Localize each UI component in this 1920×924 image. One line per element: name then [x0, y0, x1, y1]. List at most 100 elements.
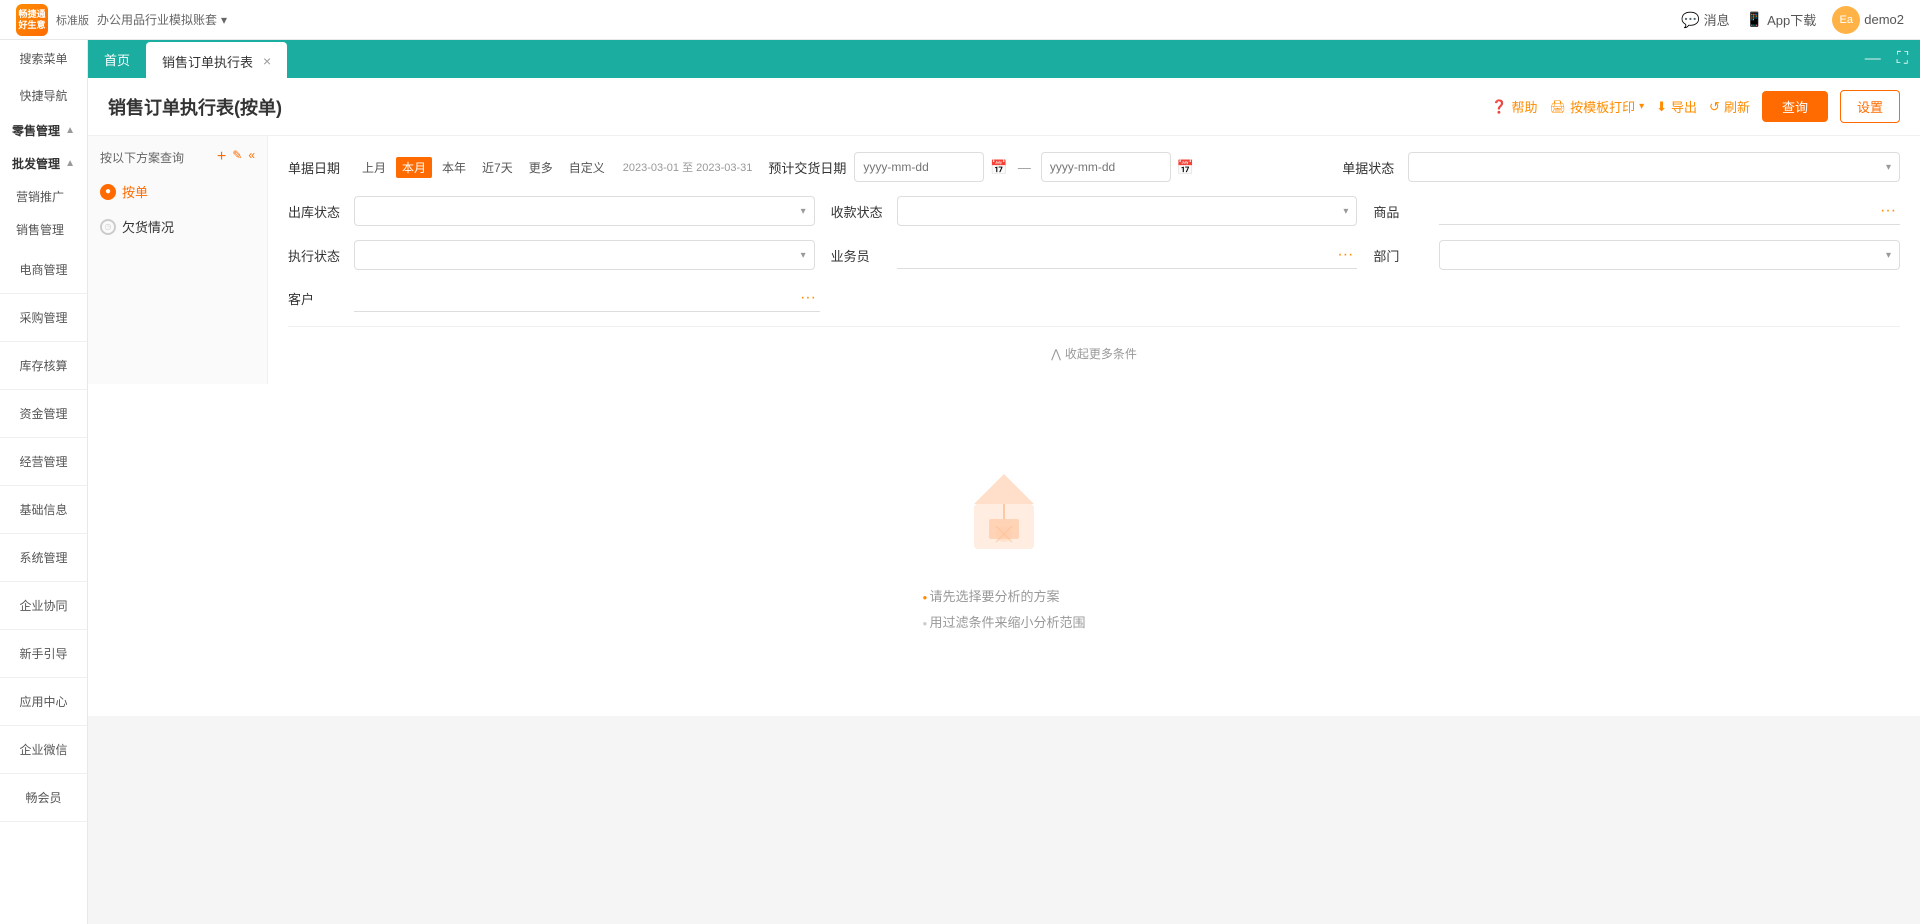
brand-logo: 畅捷通好生意 [16, 4, 48, 36]
date-label: 单据日期 [288, 158, 348, 177]
user-profile[interactable]: Ea demo2 [1832, 6, 1904, 34]
goods-dots-btn[interactable]: ··· [1876, 202, 1900, 220]
filter-row-1: 单据日期 上月 本月 本年 近7天 更多 自定义 2023-03-01 至 20… [288, 152, 1900, 182]
tab-sales-label: 销售订单执行表 [162, 52, 253, 71]
top-header: 畅捷通好生意 标准版 办公用品行业模拟账套 ▾ 💬 消息 📱 App下载 Ea … [0, 0, 1920, 40]
print-btn[interactable]: 🖨 按模板打印 ▾ [1550, 97, 1645, 116]
expected-date-to[interactable] [1041, 152, 1171, 182]
page-title: 销售订单执行表(按单) [108, 94, 282, 120]
dept-arrow-icon: ▾ [1886, 250, 1891, 261]
empty-tip-2: 用过滤条件来缩小分析范围 [922, 610, 1085, 636]
customer-dots-btn[interactable]: ··· [796, 289, 820, 307]
sidebar-item-appcenter[interactable]: 应用中心 [0, 678, 87, 726]
expected-date-from[interactable] [854, 152, 984, 182]
wholesale-arrow-icon: ▲ [65, 158, 75, 169]
filter-clock-icon: ◷ [100, 219, 116, 235]
print-icon: 🖨 [1550, 99, 1567, 115]
sidebar-item-sales[interactable]: 销售管理 [0, 213, 87, 246]
delivery-status-label: 出库状态 [288, 202, 348, 221]
tab-close-icon[interactable]: × [263, 53, 271, 69]
page-container: 销售订单执行表(按单) ❓ 帮助 🖨 按模板打印 ▾ ⬇ [88, 78, 1920, 716]
exec-status-select[interactable]: ▾ [354, 240, 815, 270]
date-tab-custom[interactable]: 自定义 [563, 157, 611, 178]
delivery-status-arrow-icon: ▾ [801, 206, 806, 217]
sidebar-item-basic[interactable]: 基础信息 [0, 486, 87, 534]
quick-nav[interactable]: 快捷导航 [0, 77, 87, 114]
tab-bar-right: — ⛶ [1861, 46, 1920, 72]
retail-arrow-icon: ▲ [65, 125, 75, 136]
collection-status-arrow-icon: ▾ [1343, 206, 1348, 217]
page-header: 销售订单执行表(按单) ❓ 帮助 🖨 按模板打印 ▾ ⬇ [88, 78, 1920, 136]
collapse-filter-btn[interactable]: « [248, 148, 255, 166]
date-tab-last-month[interactable]: 上月 [356, 157, 392, 178]
date-range-text: 2023-03-01 至 2023-03-31 [623, 159, 753, 175]
sidebar-item-enterprise[interactable]: 企业协同 [0, 582, 87, 630]
add-filter-btn[interactable]: + [217, 148, 226, 166]
nav-arrow-icon[interactable]: ▾ [221, 13, 227, 27]
sidebar-item-ecommerce[interactable]: 电商管理 [0, 246, 87, 294]
empty-state: 请先选择要分析的方案 用过滤条件来缩小分析范围 [88, 384, 1920, 716]
exec-status-arrow-icon: ▾ [801, 250, 806, 261]
sidebar-item-system[interactable]: 系统管理 [0, 534, 87, 582]
collection-status-label: 收款状态 [831, 202, 891, 221]
bill-status-label: 单据状态 [1342, 158, 1402, 177]
export-btn[interactable]: ⬇ 导出 [1656, 97, 1697, 116]
bill-status-select[interactable]: ▾ [1408, 152, 1900, 182]
date-tab-this-month[interactable]: 本月 [396, 157, 432, 178]
sidebar-item-inventory[interactable]: 库存核算 [0, 342, 87, 390]
tab-bar: 首页 销售订单执行表 × — ⛶ [88, 40, 1920, 78]
exec-status-label: 执行状态 [288, 246, 348, 265]
tab-home[interactable]: 首页 [88, 40, 146, 78]
collection-status-select[interactable]: ▾ [897, 196, 1358, 226]
tab-sales-order[interactable]: 销售订单执行表 × [146, 42, 287, 80]
sidebar-item-finance[interactable]: 资金管理 [0, 390, 87, 438]
filter-option-per-order[interactable]: ● 按单 [88, 174, 267, 209]
settings-btn[interactable]: 设置 [1840, 90, 1900, 123]
expected-date-label: 预计交货日期 [768, 158, 848, 177]
delivery-status-select[interactable]: ▾ [354, 196, 815, 226]
salesman-field[interactable]: ··· [897, 241, 1358, 269]
sidebar-item-retail[interactable]: 零售管理 ▲ [0, 114, 87, 147]
salesman-label: 业务员 [831, 246, 891, 265]
customer-label: 客户 [288, 289, 348, 308]
sidebar: 搜索菜单 快捷导航 零售管理 ▲ 批发管理 ▲ 营销推广 销售管理 电商管理 采… [0, 40, 88, 924]
app-download-btn[interactable]: 📱 App下载 [1746, 10, 1817, 29]
help-icon: ❓ [1491, 99, 1507, 115]
filter-active-icon: ● [100, 184, 116, 200]
filter-sidebar-header: 按以下方案查询 + ✎ « [88, 148, 267, 174]
search-menu[interactable]: 搜索菜单 [0, 40, 87, 77]
sidebar-item-member[interactable]: 畅会员 [0, 774, 87, 822]
brand-label: 标准版 [56, 12, 89, 28]
date-tab-7days[interactable]: 近7天 [476, 157, 519, 178]
sidebar-item-wechat[interactable]: 企业微信 [0, 726, 87, 774]
filter-panel: 按以下方案查询 + ✎ « ● 按单 ◷ [88, 136, 1920, 384]
dept-select[interactable]: ▾ [1439, 240, 1900, 270]
empty-tips: 请先选择要分析的方案 用过滤条件来缩小分析范围 [922, 584, 1085, 636]
date-tabs: 上月 本月 本年 近7天 更多 自定义 [356, 157, 611, 178]
customer-field[interactable]: ··· [354, 284, 820, 312]
help-btn[interactable]: ❓ 帮助 [1491, 97, 1537, 116]
sidebar-item-marketing[interactable]: 营销推广 [0, 180, 87, 213]
edit-filter-btn[interactable]: ✎ [232, 148, 242, 166]
sidebar-item-wholesale[interactable]: 批发管理 ▲ [0, 147, 87, 180]
query-btn[interactable]: 查询 [1762, 91, 1828, 122]
sidebar-item-operations[interactable]: 经营管理 [0, 438, 87, 486]
tab-maximize-btn[interactable]: ⛶ [1893, 46, 1912, 72]
tab-minimize-btn[interactable]: — [1861, 46, 1885, 72]
date-tab-this-year[interactable]: 本年 [436, 157, 472, 178]
tab-home-label: 首页 [104, 50, 130, 69]
goods-field[interactable]: ··· [1439, 197, 1900, 225]
date-tab-more[interactable]: 更多 [523, 157, 559, 178]
refresh-btn[interactable]: ↺ 刷新 [1709, 97, 1750, 116]
salesman-dots-btn[interactable]: ··· [1333, 246, 1357, 264]
cal-icon-to: 📅 [1177, 159, 1194, 176]
filter-option-shortage[interactable]: ◷ 欠货情况 [88, 209, 267, 244]
filter-sidebar-icons: + ✎ « [217, 148, 255, 166]
empty-tip-1: 请先选择要分析的方案 [922, 584, 1085, 610]
message-btn[interactable]: 💬 消息 [1681, 10, 1730, 29]
export-icon: ⬇ [1656, 99, 1667, 115]
sidebar-item-newbie[interactable]: 新手引导 [0, 630, 87, 678]
collapse-btn[interactable]: ⋀ 收起更多条件 [288, 339, 1900, 368]
sidebar-item-purchase[interactable]: 采购管理 [0, 294, 87, 342]
filter-divider [288, 326, 1900, 327]
